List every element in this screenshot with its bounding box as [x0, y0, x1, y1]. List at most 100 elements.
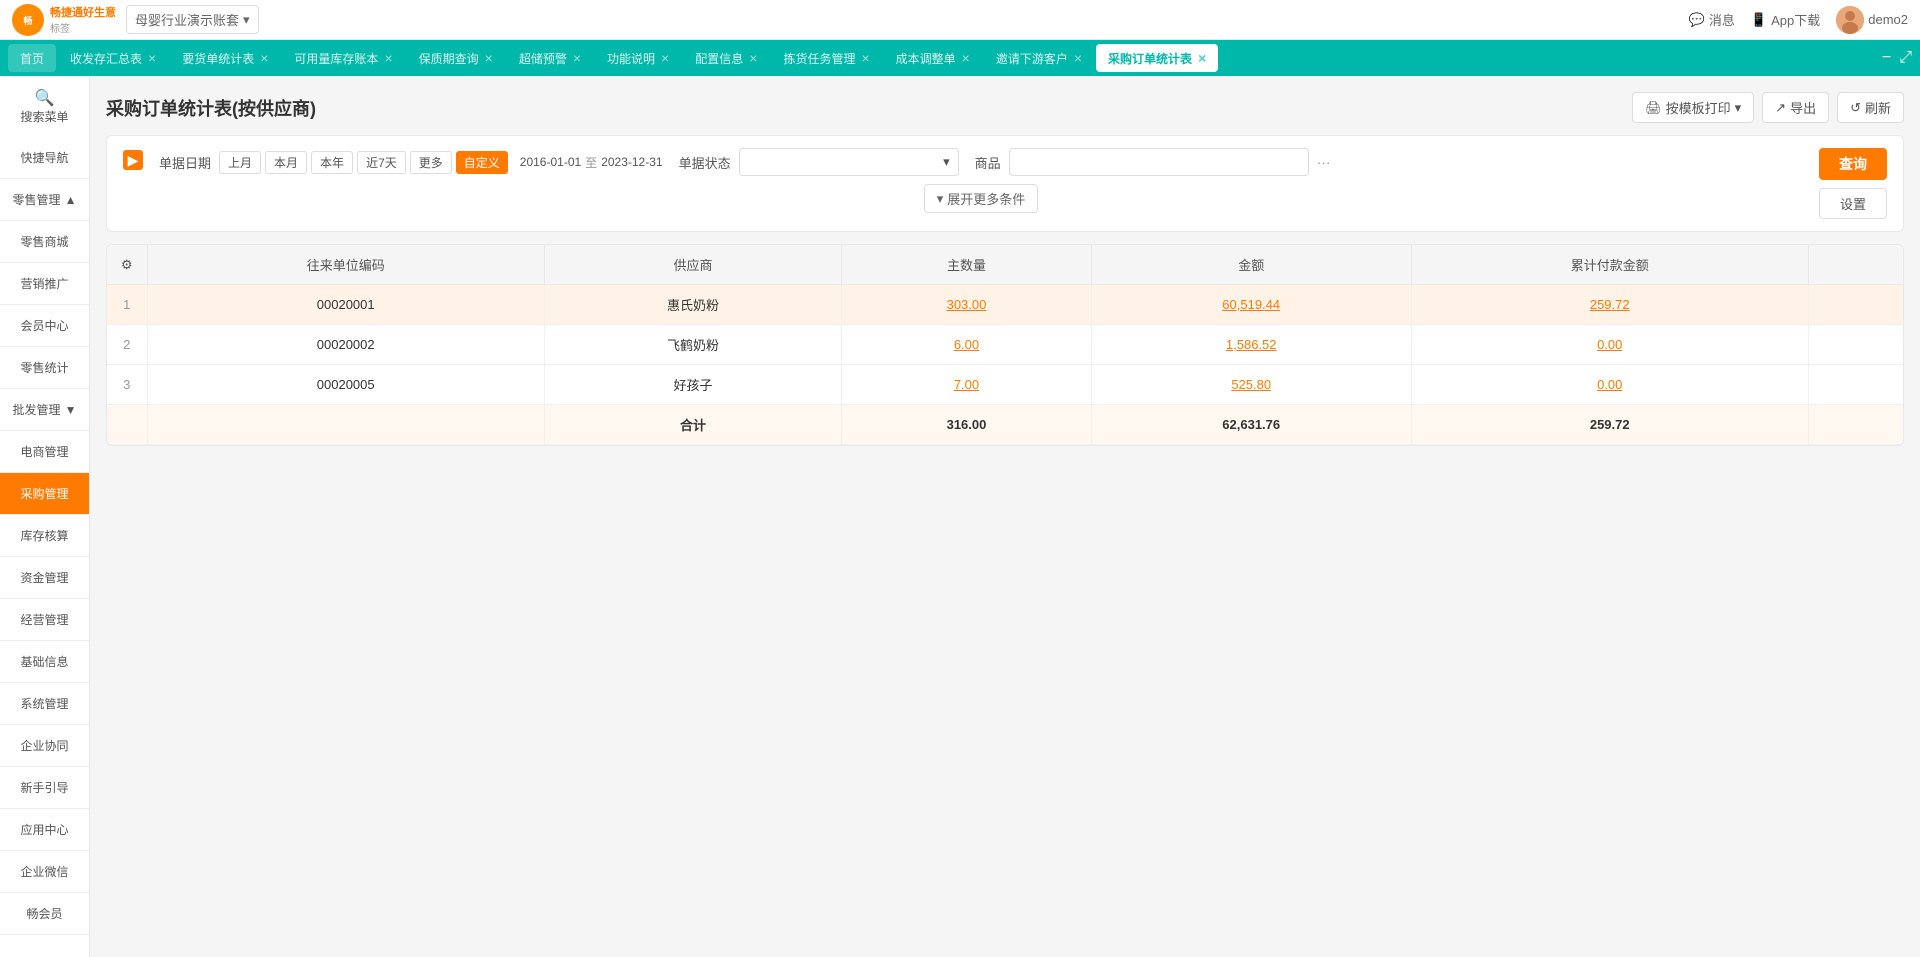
avatar	[1836, 6, 1864, 34]
row-num: 3	[107, 365, 147, 405]
tab-purchase-summary[interactable]: 采购订单统计表 ×	[1096, 44, 1218, 72]
footer-row: 合计 316.00 62,631.76 259.72	[107, 405, 1903, 445]
query-area: 查询 设置	[1819, 148, 1887, 219]
logo-text: 畅捷通好生意 标签	[50, 4, 116, 35]
home-tab-label: 首页	[20, 50, 44, 67]
refresh-button[interactable]: ↺ 刷新	[1837, 92, 1904, 123]
close-icon[interactable]: ×	[148, 50, 156, 66]
app-download-btn[interactable]: 📱 App下载	[1751, 10, 1820, 29]
footer-paid-amount: 259.72	[1411, 405, 1808, 445]
sidebar-item-app-center[interactable]: 应用中心	[0, 809, 89, 851]
data-table: ⚙ 往来单位编码 供应商 主数量 金额 累计付款金额 1 00020001	[107, 245, 1903, 445]
printer-icon: 🖨	[1645, 100, 1662, 116]
gear-icon[interactable]: ⚙	[121, 257, 133, 272]
sidebar-item-retail-stats[interactable]: 零售统计	[0, 347, 89, 389]
query-button[interactable]: 查询	[1819, 148, 1887, 180]
sidebar-item-ops-mgmt[interactable]: 经营管理	[0, 599, 89, 641]
close-icon[interactable]: ×	[861, 50, 869, 66]
download-icon: 📱	[1751, 12, 1767, 28]
date-custom-btn[interactable]: 自定义	[456, 151, 508, 174]
tab-available-stock[interactable]: 可用量库存账本 ×	[282, 44, 404, 72]
tab-receive-summary[interactable]: 收发存汇总表 ×	[58, 44, 168, 72]
close-icon[interactable]: ×	[1198, 50, 1206, 66]
tab-function-desc[interactable]: 功能说明 ×	[595, 44, 681, 72]
sidebar-item-enterprise-collab[interactable]: 企业协同	[0, 725, 89, 767]
table-header: ⚙ 往来单位编码 供应商 主数量 金额 累计付款金额	[107, 245, 1903, 285]
sidebar-item-member-center[interactable]: 会员中心	[0, 305, 89, 347]
chevron-down-icon: ▾	[1735, 100, 1742, 116]
tab-config-info[interactable]: 配置信息 ×	[683, 44, 769, 72]
maximize-icon[interactable]: ⤢	[1899, 49, 1912, 67]
close-icon[interactable]: ×	[749, 50, 757, 66]
print-button[interactable]: 🖨 按模板打印 ▾	[1632, 92, 1754, 123]
content-area: 采购订单统计表(按供应商) 🖨 按模板打印 ▾ ↗ 导出 ↺ 刷新	[90, 76, 1920, 957]
goods-input[interactable]	[1009, 148, 1309, 176]
refresh-icon: ↺	[1850, 100, 1861, 116]
date-this-month-btn[interactable]: 本月	[265, 151, 307, 174]
date-more-btn[interactable]: 更多	[410, 151, 452, 174]
close-icon[interactable]: ×	[573, 50, 581, 66]
message-icon: 💬	[1689, 12, 1705, 28]
close-icon[interactable]: ×	[661, 50, 669, 66]
expand-conditions-btn[interactable]: ▾ 展开更多条件	[924, 184, 1039, 213]
close-icon[interactable]: ×	[485, 50, 493, 66]
date-7days-btn[interactable]: 近7天	[357, 151, 406, 174]
empty-col-header	[1808, 245, 1903, 285]
tab-invite-downstream[interactable]: 邀请下游客户 ×	[984, 44, 1094, 72]
arrow-down-icon: ▲	[65, 193, 77, 207]
more-options-icon[interactable]: ···	[1317, 154, 1331, 170]
date-last-month-btn[interactable]: 上月	[219, 151, 261, 174]
sidebar-item-finance-mgmt[interactable]: 资金管理	[0, 557, 89, 599]
sidebar-item-retail-mgmt[interactable]: 零售管理 ▲	[0, 179, 89, 221]
sidebar-item-purchase-mgmt[interactable]: 采购管理	[0, 473, 89, 515]
sidebar-item-retail-mall[interactable]: 零售商城	[0, 221, 89, 263]
tab-cost-adjust[interactable]: 成本调整单 ×	[884, 44, 982, 72]
unit-code-cell: 00020002	[147, 325, 544, 365]
sidebar-item-wholesale-mgmt[interactable]: 批发管理 ▼	[0, 389, 89, 431]
settings-button[interactable]: 设置	[1819, 188, 1887, 219]
date-range-display: 2016-01-01 至 2023-12-31	[520, 154, 663, 171]
sidebar-item-marketing[interactable]: 营销推广	[0, 263, 89, 305]
row-num: 2	[107, 325, 147, 365]
sidebar-item-ecommerce-mgmt[interactable]: 电商管理	[0, 431, 89, 473]
filter-row-1: 单据日期 上月 本月 本年 近7天 更多 自定义 2016-01-01	[159, 148, 1803, 176]
row-num: 1	[107, 285, 147, 325]
user-area[interactable]: demo2	[1836, 6, 1908, 34]
main-container: 🔍 搜索菜单 快捷导航 零售管理 ▲ 零售商城 营销推广 会员中心 零售统计 批…	[0, 76, 1920, 957]
export-button[interactable]: ↗ 导出	[1762, 92, 1829, 123]
tab-home[interactable]: 首页	[8, 44, 56, 72]
date-this-year-btn[interactable]: 本年	[311, 151, 353, 174]
close-icon[interactable]: ×	[1074, 50, 1082, 66]
tab-task-mgmt[interactable]: 拣货任务管理 ×	[771, 44, 881, 72]
close-icon[interactable]: ×	[260, 50, 268, 66]
sidebar-item-enterprise-wechat[interactable]: 企业微信	[0, 851, 89, 893]
table-row: 3 00020005 好孩子 7.00 525.80 0.00	[107, 365, 1903, 405]
sidebar-item-basic-info[interactable]: 基础信息	[0, 641, 89, 683]
minimize-icon[interactable]: −	[1882, 49, 1891, 67]
status-select[interactable]: ▾	[739, 148, 959, 176]
filter-panel: ▶ 单据日期 上月 本月 本年 近7天 更多	[106, 135, 1904, 232]
logo-area: 畅 畅捷通好生意 标签	[12, 4, 116, 36]
table-body: 1 00020001 惠氏奶粉 303.00 60,519.44 259.72 …	[107, 285, 1903, 405]
message-btn[interactable]: 💬 消息	[1689, 10, 1735, 29]
close-icon[interactable]: ×	[384, 50, 392, 66]
chevron-down-icon: ▾	[937, 191, 944, 207]
sidebar-item-quick-nav[interactable]: 快捷导航	[0, 137, 89, 179]
table-row: 2 00020002 飞鹤奶粉 6.00 1,586.52 0.00	[107, 325, 1903, 365]
tab-overstock[interactable]: 超储预警 ×	[507, 44, 593, 72]
supplier-cell: 飞鹤奶粉	[544, 325, 841, 365]
filter-toggle-btn[interactable]: ▶	[123, 150, 143, 170]
tab-goods-summary[interactable]: 要货单统计表 ×	[170, 44, 280, 72]
sidebar-item-vip-member[interactable]: 畅会员	[0, 893, 89, 935]
logo-icon: 畅	[12, 4, 44, 36]
sidebar-item-system-mgmt[interactable]: 系统管理	[0, 683, 89, 725]
close-icon[interactable]: ×	[962, 50, 970, 66]
unit-code-col-header: 往来单位编码	[147, 245, 544, 285]
sidebar-item-inventory-check[interactable]: 库存核算	[0, 515, 89, 557]
chevron-down-icon: ▾	[243, 12, 250, 28]
sidebar-item-search[interactable]: 🔍 搜索菜单	[0, 76, 89, 137]
workspace-selector[interactable]: 母婴行业演示账套 ▾	[126, 5, 259, 34]
sidebar-item-new-guide[interactable]: 新手引导	[0, 767, 89, 809]
tab-warranty[interactable]: 保质期查询 ×	[407, 44, 505, 72]
user-name: demo2	[1868, 12, 1908, 27]
